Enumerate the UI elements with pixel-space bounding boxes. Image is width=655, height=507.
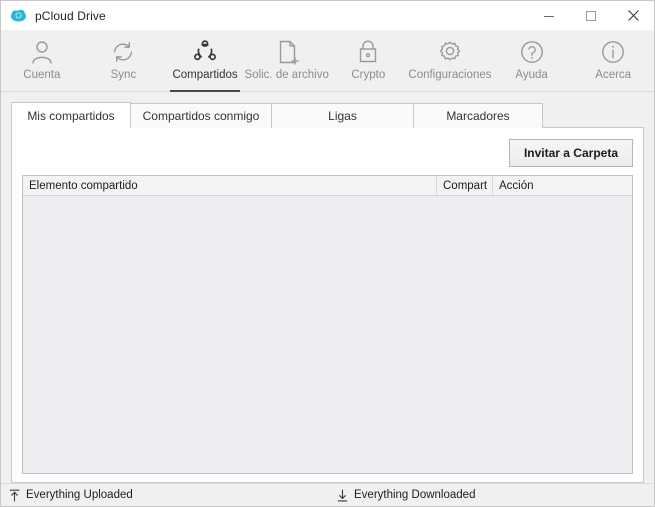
status-download-text: Everything Downloaded	[354, 489, 476, 501]
pcloud-drive-window: pCloud Drive Cuenta Sync Compartidos Sol…	[0, 0, 655, 507]
status-upload-text: Everything Uploaded	[26, 489, 133, 501]
column-header-elemento-compartido[interactable]: Elemento compartido	[23, 176, 436, 195]
toolbar-label: Ayuda	[515, 69, 548, 81]
tab-label: Marcadores	[446, 109, 510, 123]
upload-arrow-icon	[9, 489, 20, 502]
status-upload: Everything Uploaded	[1, 489, 133, 502]
invitar-a-carpeta-button[interactable]: Invitar a Carpeta	[508, 139, 633, 167]
tab-label: Ligas	[328, 109, 357, 123]
tab-marcadores[interactable]: Marcadores	[413, 103, 543, 128]
window-controls	[528, 1, 654, 30]
toolbar-label: Crypto	[351, 69, 386, 81]
column-header-accion[interactable]: Acción	[492, 176, 632, 195]
window-title: pCloud Drive	[35, 8, 106, 23]
title-bar: pCloud Drive	[1, 1, 654, 30]
maximize-button[interactable]	[570, 1, 612, 30]
tab-label: Mis compartidos	[27, 108, 115, 123]
main-toolbar: Cuenta Sync Compartidos Solic. de archiv…	[1, 30, 654, 92]
status-download: Everything Downloaded	[337, 489, 475, 502]
file-plus-icon	[273, 36, 301, 68]
table-header-row: Elemento compartido Compart Acción	[23, 176, 632, 196]
user-icon	[28, 36, 56, 68]
table-body-empty[interactable]	[23, 196, 632, 473]
tab-strip: Mis compartidos Compartidos conmigo Liga…	[11, 102, 644, 128]
question-circle-icon	[518, 36, 546, 68]
invitar-a-carpeta-label: Invitar a Carpeta	[523, 146, 618, 160]
toolbar-item-configuraciones[interactable]: Configuraciones	[408, 30, 492, 91]
sync-icon	[109, 36, 137, 68]
toolbar-item-solicitud-archivo[interactable]: Solic. de archivo	[244, 30, 329, 91]
tab-panel-mis-compartidos: Invitar a Carpeta Elemento compartido Co…	[11, 127, 644, 483]
close-button[interactable]	[612, 1, 654, 30]
toolbar-item-ayuda[interactable]: Ayuda	[491, 30, 573, 91]
toolbar-label: Configuraciones	[408, 69, 492, 81]
toolbar-item-cuenta[interactable]: Cuenta	[1, 30, 83, 91]
shared-items-table: Elemento compartido Compart Acción	[22, 175, 633, 474]
toolbar-label: Sync	[110, 69, 137, 81]
status-bar: Everything Uploaded Everything Downloade…	[1, 483, 654, 506]
gear-icon	[436, 36, 464, 68]
panel-toolbar: Invitar a Carpeta	[22, 138, 633, 168]
content-area: Mis compartidos Compartidos conmigo Liga…	[1, 92, 654, 483]
toolbar-label: Acerca	[595, 69, 632, 81]
info-circle-icon	[599, 36, 627, 68]
tab-mis-compartidos[interactable]: Mis compartidos	[11, 102, 131, 128]
toolbar-label: Solic. de archivo	[244, 69, 329, 81]
tab-compartidos-conmigo[interactable]: Compartidos conmigo	[130, 103, 272, 128]
tab-ligas[interactable]: Ligas	[271, 103, 414, 128]
toolbar-item-sync[interactable]: Sync	[83, 30, 165, 91]
share-nodes-icon	[191, 36, 219, 68]
column-header-compart[interactable]: Compart	[436, 176, 492, 195]
download-arrow-icon	[337, 489, 348, 502]
toolbar-item-compartidos[interactable]: Compartidos	[164, 30, 246, 92]
toolbar-label: Cuenta	[23, 69, 61, 81]
toolbar-label: Compartidos	[172, 69, 238, 81]
toolbar-item-crypto[interactable]: Crypto	[328, 30, 410, 91]
pcloud-cloud-icon	[10, 7, 27, 24]
tab-label: Compartidos conmigo	[142, 109, 260, 123]
minimize-button[interactable]	[528, 1, 570, 30]
lock-icon	[354, 36, 382, 68]
toolbar-item-acerca[interactable]: Acerca	[572, 30, 654, 91]
title-bar-left: pCloud Drive	[1, 7, 106, 24]
